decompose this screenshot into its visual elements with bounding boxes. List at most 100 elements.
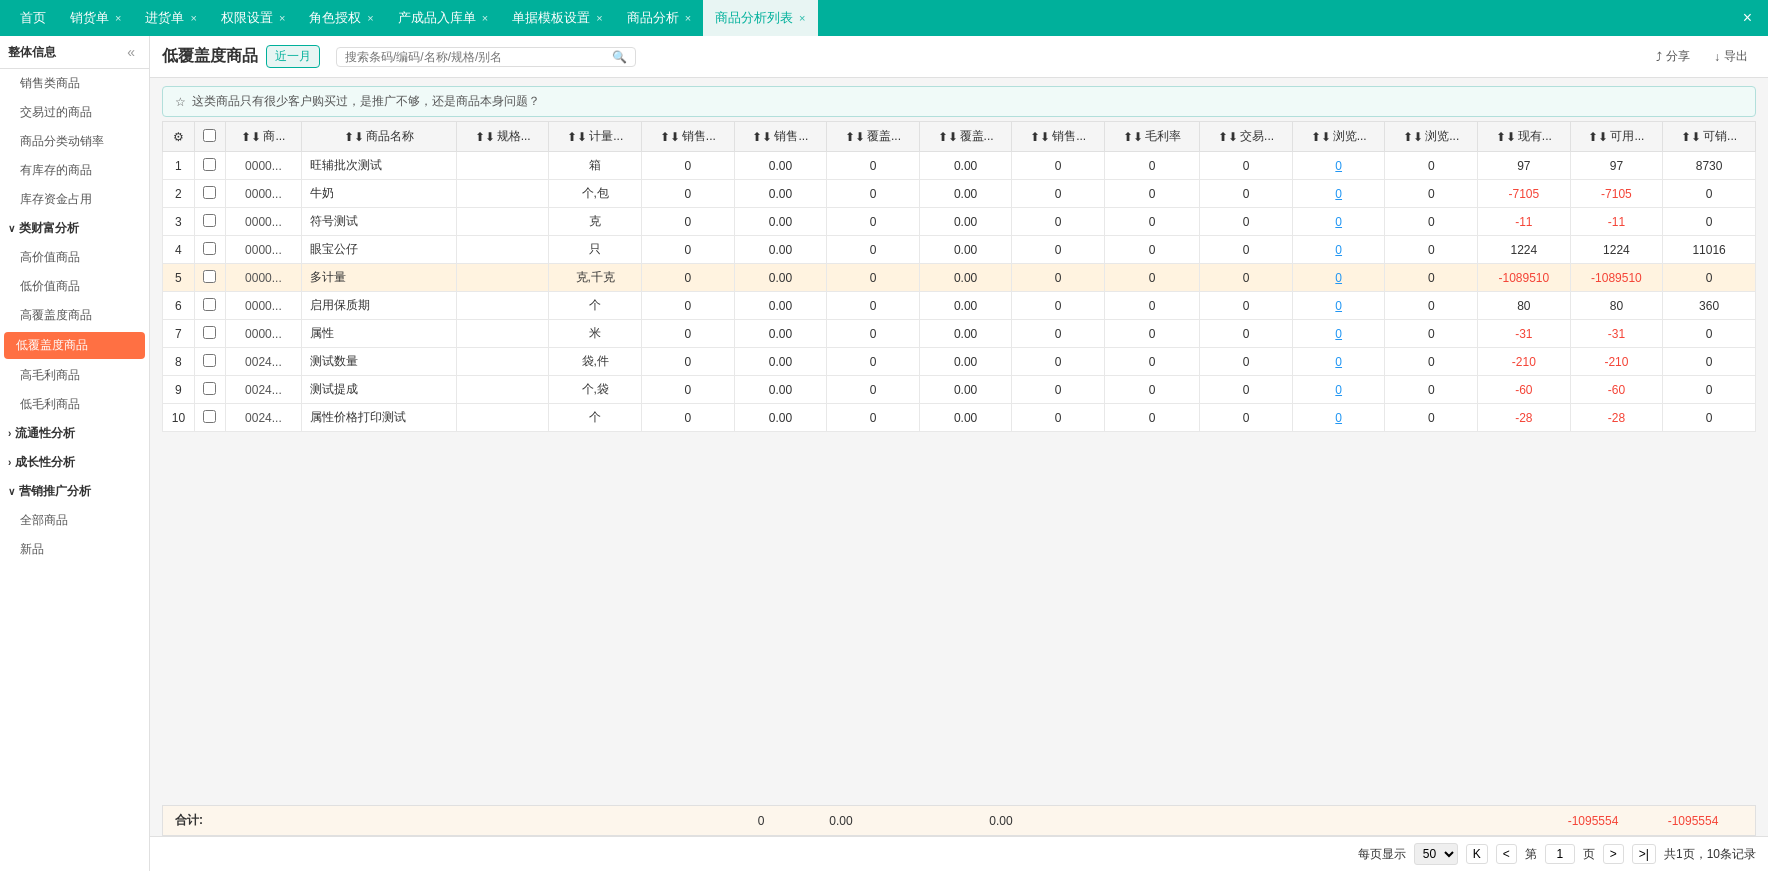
sidebar-item-new-goods[interactable]: 新品 xyxy=(0,535,149,564)
row-coverage1: 0 xyxy=(827,292,920,320)
col-saleable[interactable]: ⬆⬇可销... xyxy=(1663,122,1756,152)
nav-tab-templates[interactable]: 单据模板设置 × xyxy=(500,0,614,36)
col-browse2[interactable]: ⬆⬇浏览... xyxy=(1385,122,1478,152)
sidebar-item-category-rate[interactable]: 商品分类动销率 xyxy=(0,127,149,156)
col-sales3[interactable]: ⬆⬇销售... xyxy=(1012,122,1105,152)
table-row: 2 xyxy=(163,180,195,208)
sidebar-section-growth[interactable]: › 成长性分析 xyxy=(0,448,149,477)
row-checkbox[interactable] xyxy=(194,320,225,348)
col-browse1[interactable]: ⬆⬇浏览... xyxy=(1292,122,1385,152)
close-icon[interactable]: × xyxy=(115,12,121,24)
close-icon[interactable]: × xyxy=(279,12,285,24)
col-current[interactable]: ⬆⬇现有... xyxy=(1478,122,1571,152)
row-browse1[interactable]: 0 xyxy=(1292,264,1385,292)
row-browse1[interactable]: 0 xyxy=(1292,180,1385,208)
sidebar-section-liquidity[interactable]: › 流通性分析 xyxy=(0,419,149,448)
close-icon[interactable]: × xyxy=(799,12,805,24)
row-browse1[interactable]: 0 xyxy=(1292,320,1385,348)
sidebar-item-low-margin[interactable]: 低毛利商品 xyxy=(0,390,149,419)
sidebar-item-sales-goods[interactable]: 销售类商品 xyxy=(0,69,149,98)
table-wrapper[interactable]: ⚙ ⬆⬇商... ⬆⬇商品名称 ⬆⬇规格... ⬆⬇计量... ⬆⬇销售... … xyxy=(150,121,1768,805)
row-checkbox[interactable] xyxy=(194,348,225,376)
row-trade: 0 xyxy=(1200,348,1293,376)
col-trade[interactable]: ⬆⬇交易... xyxy=(1200,122,1293,152)
search-input[interactable] xyxy=(345,50,612,64)
row-checkbox[interactable] xyxy=(194,180,225,208)
row-saleable: 0 xyxy=(1663,404,1756,432)
row-browse1[interactable]: 0 xyxy=(1292,152,1385,180)
sidebar-collapse-button[interactable]: « xyxy=(121,42,141,62)
select-all-checkbox[interactable] xyxy=(203,129,216,142)
sidebar-item-stocked-goods[interactable]: 有库存的商品 xyxy=(0,156,149,185)
sidebar-item-all-goods[interactable]: 全部商品 xyxy=(0,506,149,535)
row-browse1[interactable]: 0 xyxy=(1292,292,1385,320)
sidebar-item-capital[interactable]: 库存资金占用 xyxy=(0,185,149,214)
close-icon[interactable]: × xyxy=(367,12,373,24)
row-browse2: 0 xyxy=(1385,152,1478,180)
export-button[interactable]: ↓ 导出 xyxy=(1706,44,1756,69)
sidebar-section-marketing[interactable]: ∨ 营销推广分析 xyxy=(0,477,149,506)
col-sales1[interactable]: ⬆⬇销售... xyxy=(642,122,735,152)
sidebar-item-low-value[interactable]: 低价值商品 xyxy=(0,272,149,301)
row-browse1[interactable]: 0 xyxy=(1292,376,1385,404)
row-checkbox[interactable] xyxy=(194,152,225,180)
row-browse1[interactable]: 0 xyxy=(1292,404,1385,432)
nav-tab-permissions[interactable]: 权限设置 × xyxy=(209,0,297,36)
row-checkbox[interactable] xyxy=(194,264,225,292)
search-icon[interactable]: 🔍 xyxy=(612,50,627,64)
page-number-input[interactable] xyxy=(1545,844,1575,864)
sidebar-title: 整体信息 xyxy=(8,44,121,61)
col-available[interactable]: ⬆⬇可用... xyxy=(1570,122,1663,152)
nav-tab-purchase[interactable]: 进货单 × xyxy=(133,0,208,36)
col-coverage2[interactable]: ⬆⬇覆盖... xyxy=(919,122,1012,152)
col-code[interactable]: ⬆⬇商... xyxy=(226,122,302,152)
nav-tab-analysis[interactable]: 商品分析 × xyxy=(615,0,703,36)
col-unit[interactable]: ⬆⬇计量... xyxy=(549,122,642,152)
col-name[interactable]: ⬆⬇商品名称 xyxy=(301,122,456,152)
share-button[interactable]: ⤴ 分享 xyxy=(1648,44,1698,69)
nav-tab-sales[interactable]: 销货单 × xyxy=(58,0,133,36)
row-coverage1: 0 xyxy=(827,320,920,348)
row-checkbox[interactable] xyxy=(194,208,225,236)
close-icon[interactable]: × xyxy=(685,12,691,24)
col-settings[interactable]: ⚙ xyxy=(163,122,195,152)
row-checkbox[interactable] xyxy=(194,236,225,264)
close-icon[interactable]: × xyxy=(190,12,196,24)
time-filter-button[interactable]: 近一月 xyxy=(266,45,320,68)
first-page-button[interactable]: K xyxy=(1466,844,1488,864)
sidebar-item-high-margin[interactable]: 高毛利商品 xyxy=(0,361,149,390)
page-word: 页 xyxy=(1583,846,1595,863)
last-page-button[interactable]: >| xyxy=(1632,844,1656,864)
row-browse2: 0 xyxy=(1385,404,1478,432)
next-page-button[interactable]: > xyxy=(1603,844,1624,864)
close-icon[interactable]: × xyxy=(596,12,602,24)
sidebar-item-high-value[interactable]: 高价值商品 xyxy=(0,243,149,272)
row-checkbox[interactable] xyxy=(194,376,225,404)
sidebar-item-traded-goods[interactable]: 交易过的商品 xyxy=(0,98,149,127)
nav-tab-inventory[interactable]: 产成品入库单 × xyxy=(386,0,500,36)
col-gross[interactable]: ⬆⬇毛利率 xyxy=(1104,122,1199,152)
page-size-select[interactable]: 50 xyxy=(1414,843,1458,865)
sidebar-item-low-coverage[interactable]: 低覆盖度商品 xyxy=(4,332,145,359)
row-browse1[interactable]: 0 xyxy=(1292,208,1385,236)
nav-tab-roles[interactable]: 角色授权 × xyxy=(297,0,385,36)
col-sales2[interactable]: ⬆⬇销售... xyxy=(734,122,827,152)
window-close-button[interactable]: × xyxy=(1735,9,1760,27)
row-checkbox[interactable] xyxy=(194,292,225,320)
close-icon[interactable]: × xyxy=(482,12,488,24)
row-coverage2: 0.00 xyxy=(919,292,1012,320)
row-current: 1224 xyxy=(1478,236,1571,264)
notice-bar: ☆ 这类商品只有很少客户购买过，是推广不够，还是商品本身问题？ xyxy=(162,86,1756,117)
sidebar-item-high-coverage[interactable]: 高覆盖度商品 xyxy=(0,301,149,330)
row-browse1[interactable]: 0 xyxy=(1292,236,1385,264)
table-row: 8 xyxy=(163,348,195,376)
sidebar-section-wealth[interactable]: ∨ 类财富分析 xyxy=(0,214,149,243)
row-checkbox[interactable] xyxy=(194,404,225,432)
col-checkbox[interactable] xyxy=(194,122,225,152)
prev-page-button[interactable]: < xyxy=(1496,844,1517,864)
col-coverage1[interactable]: ⬆⬇覆盖... xyxy=(827,122,920,152)
row-browse1[interactable]: 0 xyxy=(1292,348,1385,376)
nav-tab-home[interactable]: 首页 xyxy=(8,0,58,36)
nav-tab-analysis-list[interactable]: 商品分析列表 × xyxy=(703,0,817,36)
col-spec[interactable]: ⬆⬇规格... xyxy=(456,122,549,152)
